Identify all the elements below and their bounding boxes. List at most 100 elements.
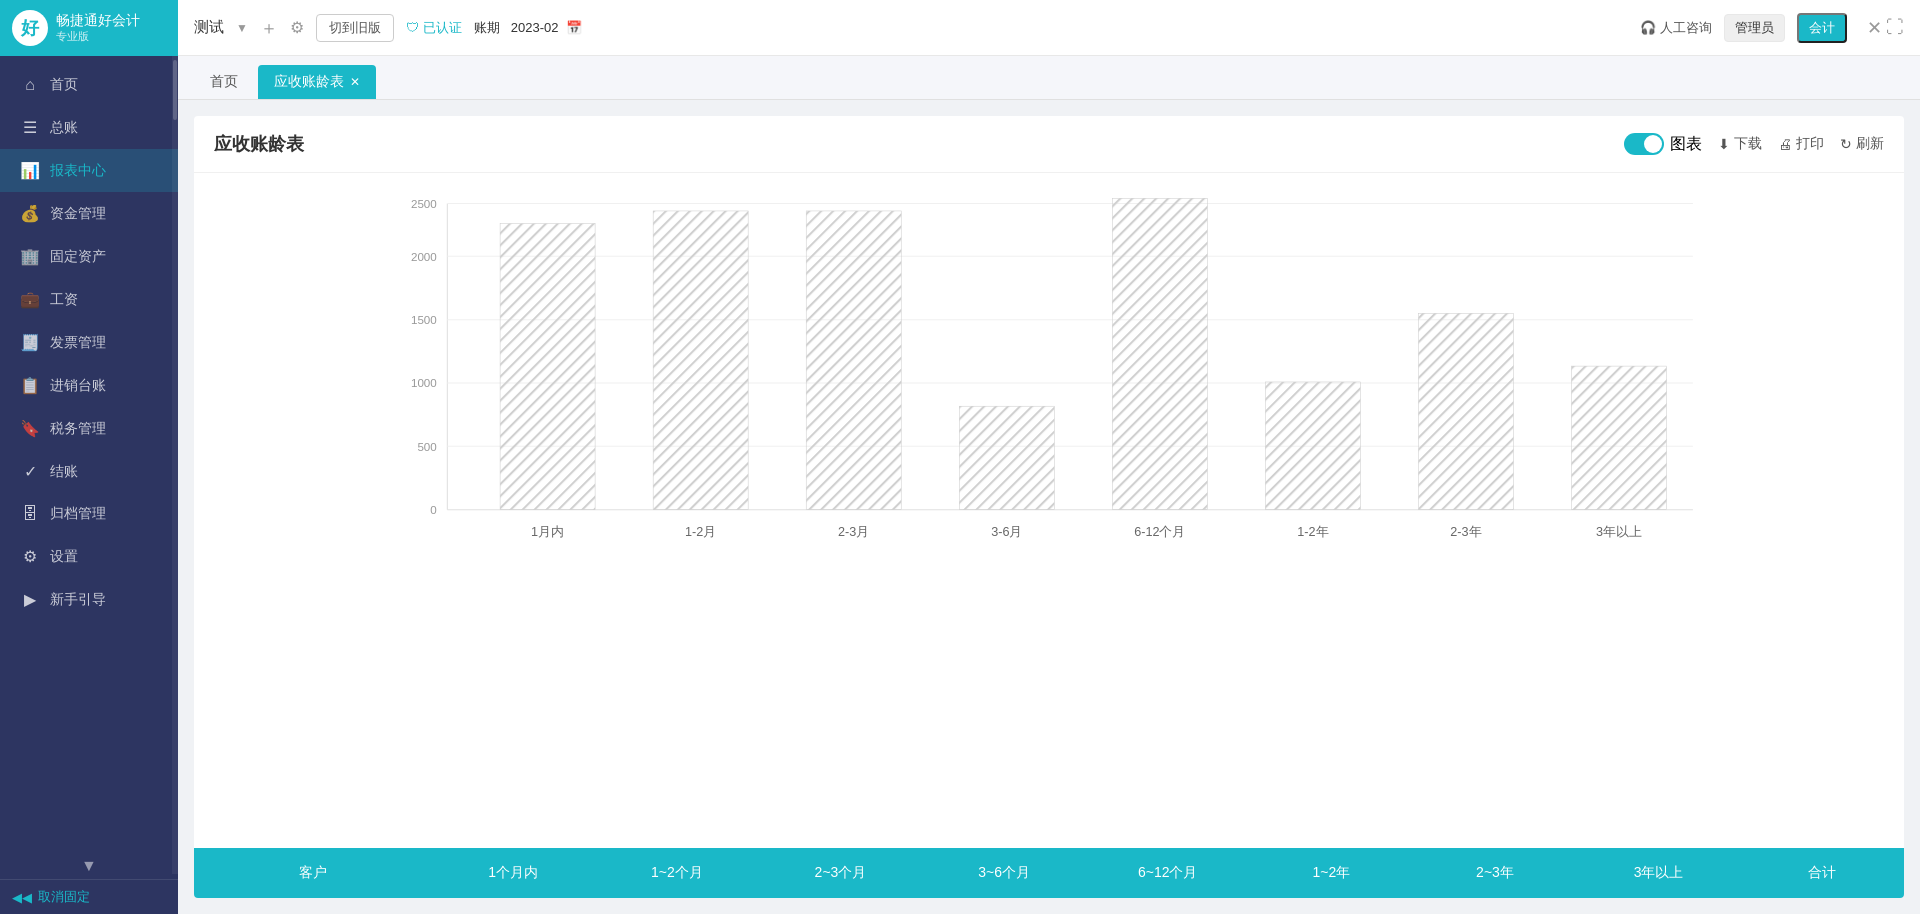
nav-label-fixed-assets: 固定资产 <box>50 248 106 266</box>
th-3: 2~3个月 <box>759 848 923 898</box>
nav-icon-beginner: ▶ <box>20 590 40 609</box>
page-title: 应收账龄表 <box>214 132 304 156</box>
bar-chart: 0 500 1000 1500 2000 2500 <box>214 193 1884 573</box>
svg-text:2500: 2500 <box>411 197 437 210</box>
nav-icon-fund-mgmt: 💰 <box>20 204 40 223</box>
nav-label-report-center: 报表中心 <box>50 162 106 180</box>
sidebar-item-purchase-sale[interactable]: 📋 进销台账 <box>0 364 178 407</box>
app-edition: 专业版 <box>56 29 140 44</box>
th-0: 客户 <box>194 848 431 898</box>
consult-btn[interactable]: 🎧 人工咨询 <box>1640 19 1712 37</box>
sidebar-item-fund-mgmt[interactable]: 💰 资金管理 <box>0 192 178 235</box>
sidebar-item-salary[interactable]: 💼 工资 <box>0 278 178 321</box>
sidebar-item-report-center[interactable]: 📊 报表中心 <box>0 149 178 192</box>
role-btn[interactable]: 会计 <box>1797 13 1847 43</box>
sidebar-item-tax-mgmt[interactable]: 🔖 税务管理 <box>0 407 178 450</box>
bar-6-12m <box>1112 198 1207 509</box>
nav-icon-purchase-sale: 📋 <box>20 376 40 395</box>
download-icon: ⬇ <box>1718 136 1730 152</box>
verified-label: 已认证 <box>423 19 462 37</box>
table-header: 客户1个月内1~2个月2~3个月3~6个月6~12个月1~2年2~3年3年以上合… <box>194 848 1904 898</box>
svg-text:3-6月: 3-6月 <box>991 525 1022 539</box>
tab-close-icon[interactable]: ✕ <box>350 75 360 89</box>
chart-area: 0 500 1000 1500 2000 2500 <box>194 173 1904 848</box>
svg-text:2-3年: 2-3年 <box>1450 525 1481 539</box>
project-dropdown-icon[interactable]: ▼ <box>236 21 248 35</box>
home-tab-label: 首页 <box>210 73 238 91</box>
svg-text:6-12个月: 6-12个月 <box>1134 525 1185 539</box>
main-area: 测试 ▼ ＋ ⚙ 切到旧版 🛡 已认证 账期 2023-02 📅 🎧 人工咨询 … <box>178 0 1920 914</box>
nav-label-archive: 归档管理 <box>50 505 106 523</box>
nav-label-settings: 设置 <box>50 548 78 566</box>
period-label: 账期 2023-02 📅 <box>474 19 582 37</box>
nav-icon-fixed-assets: 🏢 <box>20 247 40 266</box>
page-panel: 应收账龄表 图表 ⬇ 下载 🖨 打印 ↻ <box>194 116 1904 898</box>
svg-text:2000: 2000 <box>411 250 437 263</box>
tabbar: 首页 应收账龄表 ✕ <box>178 56 1920 100</box>
bar-3-6m <box>959 406 1054 509</box>
sidebar-scroll-down-btn[interactable]: ▼ <box>0 853 178 879</box>
th-9: 合计 <box>1740 848 1904 898</box>
nav-icon-archive: 🗄 <box>20 505 40 523</box>
nav-label-tax-mgmt: 税务管理 <box>50 420 106 438</box>
sidebar-item-general-ledger[interactable]: ☰ 总账 <box>0 106 178 149</box>
sidebar-item-settings[interactable]: ⚙ 设置 <box>0 535 178 578</box>
sidebar-nav: ⌂ 首页 ☰ 总账 📊 报表中心 💰 资金管理 🏢 固定资产 💼 工资 🧾 发票… <box>0 56 178 853</box>
page-actions: 图表 ⬇ 下载 🖨 打印 ↻ 刷新 <box>1624 133 1884 155</box>
refresh-btn[interactable]: ↻ 刷新 <box>1840 135 1884 153</box>
svg-text:1月内: 1月内 <box>531 525 564 539</box>
nav-label-fund-mgmt: 资金管理 <box>50 205 106 223</box>
download-btn[interactable]: ⬇ 下载 <box>1718 135 1762 153</box>
tab-ar-aging[interactable]: 应收账龄表 ✕ <box>258 65 376 99</box>
nav-label-general-ledger: 总账 <box>50 119 78 137</box>
svg-text:3年以上: 3年以上 <box>1596 525 1642 539</box>
print-btn[interactable]: 🖨 打印 <box>1778 135 1824 153</box>
close-window-btn[interactable]: ✕ <box>1867 17 1882 39</box>
period-value: 2023-02 <box>511 20 559 35</box>
sidebar-item-archive[interactable]: 🗄 归档管理 <box>0 493 178 535</box>
th-2: 1~2个月 <box>595 848 759 898</box>
refresh-label: 刷新 <box>1856 135 1884 153</box>
user-btn[interactable]: 管理员 <box>1724 14 1785 42</box>
add-project-btn[interactable]: ＋ <box>260 16 278 40</box>
bar-2-3m <box>806 211 901 510</box>
download-label: 下载 <box>1734 135 1762 153</box>
sidebar-item-settlement[interactable]: ✓ 结账 <box>0 450 178 493</box>
svg-text:1000: 1000 <box>411 376 437 389</box>
sidebar-scrollbar-thumb <box>173 60 177 120</box>
th-7: 2~3年 <box>1413 848 1577 898</box>
svg-text:500: 500 <box>417 440 436 453</box>
sidebar-item-fixed-assets[interactable]: 🏢 固定资产 <box>0 235 178 278</box>
nav-label-home: 首页 <box>50 76 78 94</box>
settings-gear-icon[interactable]: ⚙ <box>290 18 304 37</box>
expand-window-btn[interactable]: ⛶ <box>1886 17 1904 38</box>
tab-home[interactable]: 首页 <box>194 65 254 99</box>
sidebar-item-beginner[interactable]: ▶ 新手引导 <box>0 578 178 621</box>
logo-text-wrap: 畅捷通好会计 专业版 <box>56 12 140 44</box>
nav-label-purchase-sale: 进销台账 <box>50 377 106 395</box>
svg-text:1500: 1500 <box>411 313 437 326</box>
bar-2-3y <box>1418 313 1513 509</box>
headset-icon: 🎧 <box>1640 20 1656 35</box>
th-4: 3~6个月 <box>922 848 1086 898</box>
sidebar: 好 畅捷通好会计 专业版 ⌂ 首页 ☰ 总账 📊 报表中心 💰 资金管理 🏢 固… <box>0 0 178 914</box>
switch-version-btn[interactable]: 切到旧版 <box>316 14 394 42</box>
nav-icon-report-center: 📊 <box>20 161 40 180</box>
nav-label-salary: 工资 <box>50 291 78 309</box>
content-area: 应收账龄表 图表 ⬇ 下载 🖨 打印 ↻ <box>178 100 1920 914</box>
nav-icon-settings: ⚙ <box>20 547 40 566</box>
cancel-fixed-btn[interactable]: ◀◀ 取消固定 <box>0 879 178 914</box>
nav-icon-tax-mgmt: 🔖 <box>20 419 40 438</box>
nav-icon-invoice-mgmt: 🧾 <box>20 333 40 352</box>
chart-toggle[interactable] <box>1624 133 1664 155</box>
print-label: 打印 <box>1796 135 1824 153</box>
cancel-fixed-label: 取消固定 <box>38 888 90 906</box>
topbar: 测试 ▼ ＋ ⚙ 切到旧版 🛡 已认证 账期 2023-02 📅 🎧 人工咨询 … <box>178 0 1920 56</box>
sidebar-item-home[interactable]: ⌂ 首页 <box>0 64 178 106</box>
verified-icon: 🛡 <box>406 20 419 35</box>
th-8: 3年以上 <box>1577 848 1741 898</box>
bar-1-2y <box>1265 382 1360 510</box>
page-header: 应收账龄表 图表 ⬇ 下载 🖨 打印 ↻ <box>194 116 1904 173</box>
sidebar-item-invoice-mgmt[interactable]: 🧾 发票管理 <box>0 321 178 364</box>
ar-aging-tab-label: 应收账龄表 <box>274 73 344 91</box>
